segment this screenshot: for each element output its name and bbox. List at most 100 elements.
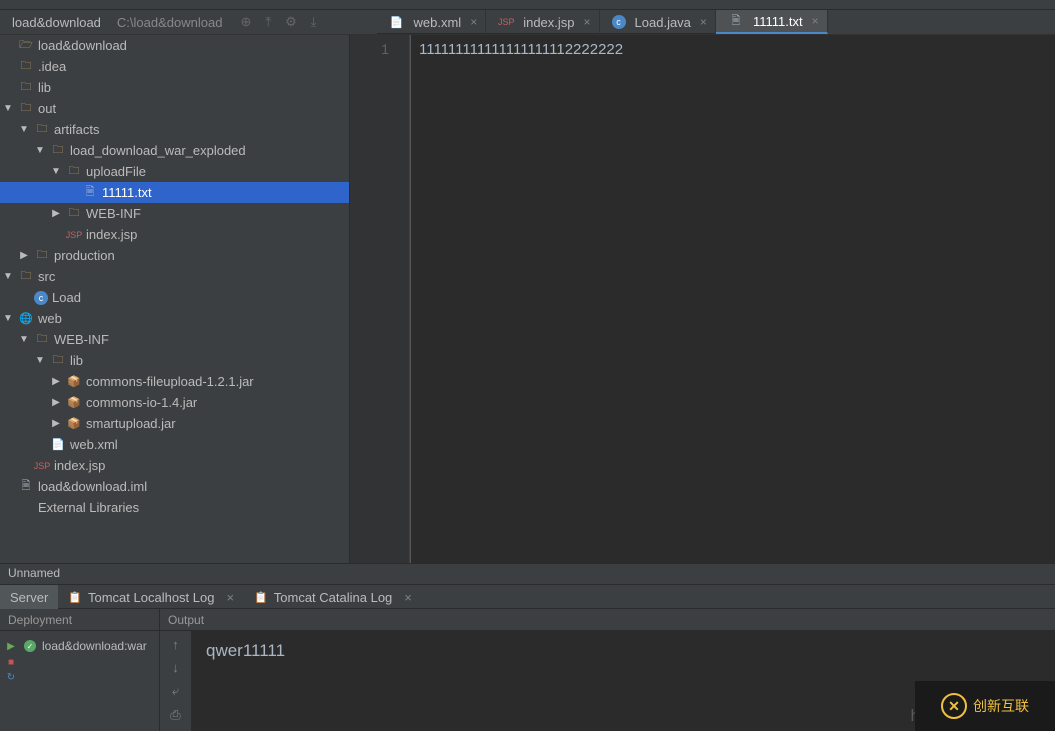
scroll-up-icon[interactable]: ↑	[172, 637, 179, 652]
folder-open-icon: 🗁	[18, 38, 34, 54]
deploy-item[interactable]: ▶ ✓ load&download:war	[4, 637, 155, 655]
jar-icon: 📦	[66, 416, 82, 432]
tree-item-label: index.jsp	[86, 227, 137, 242]
tree-arrow-icon[interactable]	[50, 397, 62, 408]
tree-arrow-icon[interactable]	[50, 418, 62, 429]
tree-item[interactable]: 🗀WEB-INF	[0, 329, 349, 350]
deploy-refresh-icon[interactable]: ↻	[4, 672, 18, 683]
editor-tab[interactable]: JSPindex.jsp×	[486, 10, 599, 34]
tree-item[interactable]: 🗎11111.txt	[0, 182, 349, 203]
folder-icon: 🗀	[66, 206, 82, 222]
tree-item[interactable]: JSPindex.jsp	[0, 224, 349, 245]
print-icon[interactable]: ⎙	[170, 707, 180, 723]
tree-item[interactable]: 🗎load&download.iml	[0, 476, 349, 497]
tree-arrow-icon[interactable]	[18, 250, 30, 261]
project-tree[interactable]: 🗁load&download🗀.idea🗀lib🗀out🗀artifacts🗀l…	[0, 35, 350, 563]
run-tab[interactable]: 📋Tomcat Localhost Log×	[58, 585, 244, 609]
tree-arrow-icon[interactable]	[2, 271, 14, 282]
folder-icon: 🗀	[18, 80, 34, 96]
tree-item-label: web	[38, 311, 62, 326]
tree-item[interactable]: 🗀src	[0, 266, 349, 287]
tree-arrow-icon[interactable]	[34, 145, 46, 156]
close-icon[interactable]: ×	[404, 590, 412, 605]
tab-label: 11111.txt	[753, 14, 803, 29]
tab-label: index.jsp	[523, 15, 574, 30]
tree-item-label: lib	[38, 80, 51, 95]
tree-item[interactable]: 📄web.xml	[0, 434, 349, 455]
tree-item-label: lib	[70, 353, 83, 368]
tree-item-label: load&download	[38, 38, 127, 53]
tree-item[interactable]: 🗀artifacts	[0, 119, 349, 140]
hide-icon[interactable]: ⤓	[311, 14, 317, 30]
editor-tab[interactable]: 🗎11111.txt×	[716, 10, 828, 34]
logo-text: 创新互联	[973, 696, 1029, 716]
tree-item[interactable]: 🗀 lib	[0, 77, 349, 98]
run-config-label[interactable]: Unnamed	[0, 562, 68, 584]
breadcrumb-project[interactable]: load&download	[4, 15, 109, 30]
close-icon[interactable]: ×	[700, 15, 707, 29]
settings-icon[interactable]: ⚙	[285, 14, 297, 30]
close-icon[interactable]: ×	[584, 15, 591, 29]
soft-wrap-icon[interactable]: ⤶	[172, 683, 179, 699]
run-tab[interactable]: Server	[0, 585, 58, 609]
tree-arrow-icon[interactable]	[50, 166, 62, 177]
top-bar	[0, 0, 1055, 10]
blank-icon	[18, 500, 34, 516]
scroll-down-icon[interactable]: ↓	[172, 660, 179, 675]
tree-arrow-icon[interactable]	[2, 313, 14, 324]
folder-icon: 🗀	[18, 101, 34, 117]
tree-item[interactable]: JSPindex.jsp	[0, 455, 349, 476]
toolbar-icons: ⊕ ⤒ ⚙ ⤓	[230, 14, 326, 30]
tree-item[interactable]: 🗀production	[0, 245, 349, 266]
tree-item[interactable]: External Libraries	[0, 497, 349, 518]
folder-icon: 🗀	[18, 59, 34, 75]
close-icon[interactable]: ×	[470, 15, 477, 29]
editor-tab[interactable]: 📄web.xml×	[377, 10, 487, 34]
close-icon[interactable]: ×	[812, 14, 819, 28]
tree-item[interactable]: 🗀 .idea	[0, 56, 349, 77]
ok-badge-icon: ✓	[24, 640, 36, 652]
tree-item[interactable]: 🗀uploadFile	[0, 161, 349, 182]
breadcrumb-path: C:\load&download	[109, 15, 231, 30]
tree-arrow-icon[interactable]	[34, 355, 46, 366]
tree-arrow-icon[interactable]	[50, 376, 62, 387]
tree-item[interactable]: 📦commons-fileupload-1.2.1.jar	[0, 371, 349, 392]
tree-item[interactable]: 🗀WEB-INF	[0, 203, 349, 224]
tree-arrow-icon[interactable]	[2, 103, 14, 114]
tree-item[interactable]: 📦smartupload.jar	[0, 413, 349, 434]
editor-tab[interactable]: cLoad.java×	[600, 10, 716, 34]
tree-item-label: .idea	[38, 59, 66, 74]
tree-arrow-icon[interactable]	[50, 208, 62, 219]
tree-item[interactable]: 🗀load_download_war_exploded	[0, 140, 349, 161]
tree-item[interactable]: 🗀lib	[0, 350, 349, 371]
deploy-run-icon[interactable]: ▶	[4, 641, 18, 652]
tree-item[interactable]: c Load	[0, 287, 349, 308]
class-icon: c	[34, 291, 48, 305]
output-area[interactable]: qwer11111 http://blog.cs ✕ 创新互联	[192, 631, 1055, 731]
run-tab[interactable]: 📋Tomcat Catalina Log×	[244, 585, 422, 609]
tree-item[interactable]: 🗀out	[0, 98, 349, 119]
tree-arrow-icon[interactable]	[18, 124, 30, 135]
tree-item-label: commons-fileupload-1.2.1.jar	[86, 374, 254, 389]
tree-arrow-icon[interactable]	[18, 334, 30, 345]
tree-item[interactable]: 🌐web	[0, 308, 349, 329]
tree-item[interactable]: 🗁 load&download	[0, 35, 349, 56]
target-icon[interactable]: ⊕	[240, 14, 251, 30]
file-icon: 🗎	[82, 185, 98, 201]
tree-item-label: commons-io-1.4.jar	[86, 395, 197, 410]
tree-item-label: External Libraries	[38, 500, 139, 515]
deploy-stop-icon[interactable]: ■	[4, 657, 18, 668]
close-icon[interactable]: ×	[226, 590, 234, 605]
tree-item[interactable]: 📦 commons-io-1.4.jar	[0, 392, 349, 413]
editor-gutter: 1	[350, 35, 410, 563]
class-icon: c	[612, 15, 626, 29]
deployment-column: ▶ ✓ load&download:war ■ ↻	[0, 631, 160, 731]
deploy-controls-2: ↻	[4, 670, 155, 685]
tree-item-label: Load	[52, 290, 81, 305]
collapse-icon[interactable]: ⤒	[265, 14, 271, 30]
run-tabs: Server📋Tomcat Localhost Log×📋Tomcat Cata…	[0, 585, 1055, 609]
xml-icon: 📄	[389, 14, 405, 30]
file-icon: 🗎	[18, 479, 34, 495]
editor-content[interactable]: 111111111111111111112222222	[410, 35, 1055, 563]
jar-icon: 📦	[66, 395, 82, 411]
